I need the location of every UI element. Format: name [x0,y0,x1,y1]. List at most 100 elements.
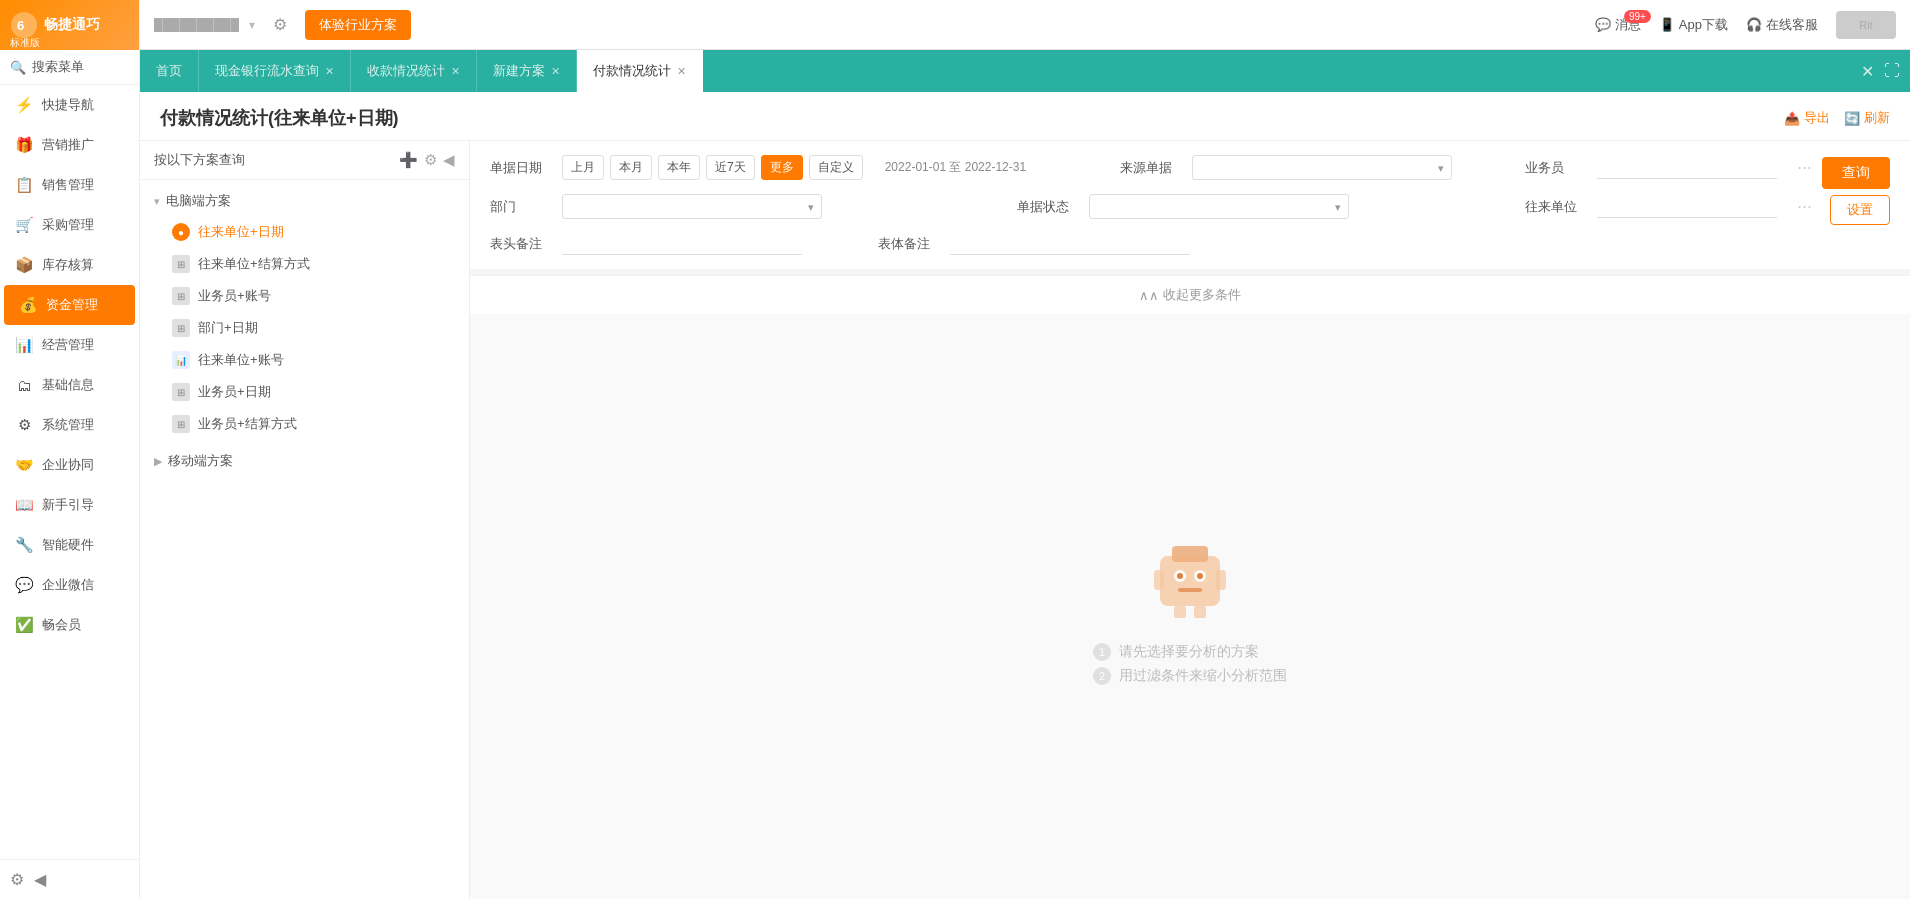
tab-new-plan-close[interactable]: ✕ [551,65,560,78]
sidebar-item-wechat[interactable]: 💬 企业微信 [0,565,139,605]
messages-badge: 99+ [1624,10,1651,23]
svg-rect-8 [1178,588,1202,592]
svg-rect-11 [1174,606,1186,618]
tab-home[interactable]: 首页 [140,50,199,92]
date-btn-last-month[interactable]: 上月 [562,155,604,180]
mobile-group-arrow: ▶ [154,455,162,468]
dept-filter-label: 部门 [490,198,546,216]
tab-expand-icon[interactable]: ⛶ [1884,62,1900,80]
partner-more-icon[interactable]: ··· [1797,196,1812,217]
sidebar-item-purchase[interactable]: 🛒 采购管理 [0,205,139,245]
add-plan-icon[interactable]: ➕ [399,151,418,169]
table-body-note-label: 表体备注 [878,235,934,253]
export-label: 导出 [1804,109,1830,127]
svg-point-6 [1177,573,1183,579]
app-download-btn[interactable]: 📱 App下载 [1659,16,1728,34]
sidebar-item-basic[interactable]: 🗂 基础信息 [0,365,139,405]
plan-item-partner-settlement[interactable]: ⊞ 往来单位+结算方式 [140,248,469,280]
logo-icon: 6 [10,11,38,39]
sidebar-item-finance-label: 资金管理 [46,296,98,314]
sidebar-item-operations-label: 经营管理 [42,336,94,354]
svg-rect-9 [1154,570,1164,590]
sidebar-item-enterprise-label: 企业协同 [42,456,94,474]
refresh-btn[interactable]: 🔄 刷新 [1844,109,1890,127]
date-btn-7days[interactable]: 近7天 [706,155,755,180]
sidebar-item-sales[interactable]: 📋 销售管理 [0,165,139,205]
page-header-actions: 📤 导出 🔄 刷新 [1784,109,1890,127]
tab-payment[interactable]: 付款情况统计 ✕ [577,50,703,92]
export-btn[interactable]: 📤 导出 [1784,109,1830,127]
date-btn-this-month[interactable]: 本月 [610,155,652,180]
plan-staff-account-label: 业务员+账号 [198,287,271,305]
left-panel-title: 按以下方案查询 [154,151,391,169]
settings-gear-icon[interactable]: ⚙ [265,10,295,40]
sidebar-item-operations[interactable]: 📊 经营管理 [0,325,139,365]
plan-table-icon-3: ⊞ [172,319,190,337]
plan-item-staff-date[interactable]: ⊞ 业务员+日期 [140,376,469,408]
sidebar-item-hardware-label: 智能硬件 [42,536,94,554]
tab-receivable-close[interactable]: ✕ [451,65,460,78]
sidebar-item-guide[interactable]: 📖 新手引导 [0,485,139,525]
mobile-group-title[interactable]: ▶ 移动端方案 [140,446,469,476]
sidebar-item-marketing[interactable]: 🎁 营销推广 [0,125,139,165]
partner-filter-label: 往来单位 [1525,198,1581,216]
sidebar-item-enterprise[interactable]: 🤝 企业协同 [0,445,139,485]
pc-group-title[interactable]: ▾ 电脑端方案 [140,186,469,216]
table-head-note-input[interactable] [562,233,802,255]
empty-step-1-text: 请先选择要分析的方案 [1119,643,1259,661]
user-avatar[interactable]: Rit [1836,11,1896,39]
sidebar-item-member[interactable]: ✅ 畅会员 [0,605,139,645]
sidebar-item-inventory[interactable]: 📦 库存核算 [0,245,139,285]
query-btn[interactable]: 查询 [1822,157,1890,189]
tab-new-plan[interactable]: 新建方案 ✕ [477,50,577,92]
right-content: 1 请先选择要分析的方案 2 用过滤条件来缩小分析范围 [470,314,1910,899]
filter-settings-btn[interactable]: 设置 [1830,195,1890,225]
doc-status-select[interactable] [1089,194,1349,219]
edit-plan-icon[interactable]: ⚙ [424,151,437,169]
refresh-icon: 🔄 [1844,111,1860,126]
sidebar-item-marketing-label: 营销推广 [42,136,94,154]
partner-input[interactable] [1597,196,1777,218]
settings-bottom-icon[interactable]: ⚙ [10,870,24,889]
source-select[interactable] [1192,155,1452,180]
collapse-panel-icon[interactable]: ◀ [443,151,455,169]
empty-step-2-text: 用过滤条件来缩小分析范围 [1119,667,1287,685]
filter-row-2: 部门 单据状态 往来单位 [490,194,1812,219]
svg-rect-3 [1172,546,1208,562]
plan-staff-date-label: 业务员+日期 [198,383,271,401]
plan-item-partner-date[interactable]: ● 往来单位+日期 [140,216,469,248]
plan-item-staff-account[interactable]: ⊞ 业务员+账号 [140,280,469,312]
dept-select[interactable] [562,194,822,219]
doc-status-filter-label: 单据状态 [1017,198,1073,216]
sidebar-item-hardware[interactable]: 🔧 智能硬件 [0,525,139,565]
collapse-bar[interactable]: ∧∧ 收起更多条件 [470,275,1910,314]
trial-btn[interactable]: 体验行业方案 [305,10,411,40]
plan-item-staff-settlement[interactable]: ⊞ 业务员+结算方式 [140,408,469,440]
messages-btn[interactable]: 💬 消息 99+ [1595,16,1641,34]
sales-icon: 📋 [14,175,34,195]
collapse-sidebar-icon[interactable]: ◀ [34,870,46,889]
tab-bank-close[interactable]: ✕ [325,65,334,78]
tab-payment-close[interactable]: ✕ [677,65,686,78]
date-btn-more[interactable]: 更多 [761,155,803,180]
sidebar-item-finance[interactable]: 💰 资金管理 [4,285,135,325]
staff-input[interactable] [1597,157,1777,179]
search-menu-item[interactable]: 🔍 搜索菜单 [0,50,139,85]
tab-receivable[interactable]: 收款情况统计 ✕ [351,50,477,92]
plan-item-dept-date[interactable]: ⊞ 部门+日期 [140,312,469,344]
sidebar-item-system[interactable]: ⚙ 系统管理 [0,405,139,445]
finance-icon: 💰 [18,295,38,315]
staff-more-icon[interactable]: ··· [1797,157,1812,178]
sidebar-item-quicknav[interactable]: ⚡ 快捷导航 [0,85,139,125]
date-btn-this-year[interactable]: 本年 [658,155,700,180]
table-body-note-input[interactable] [950,233,1190,255]
tabbar: 首页 现金银行流水查询 ✕ 收款情况统计 ✕ 新建方案 ✕ 付款情况统计 ✕ ✕… [140,50,1910,92]
svg-point-7 [1197,573,1203,579]
date-btn-custom[interactable]: 自定义 [809,155,863,180]
plan-item-partner-account[interactable]: 📊 往来单位+账号 [140,344,469,376]
search-icon: 🔍 [10,60,26,75]
tab-close-all-icon[interactable]: ✕ [1861,62,1874,81]
plan-chart-icon: 📊 [172,351,190,369]
tab-bank[interactable]: 现金银行流水查询 ✕ [199,50,351,92]
online-service-btn[interactable]: 🎧 在线客服 [1746,16,1818,34]
